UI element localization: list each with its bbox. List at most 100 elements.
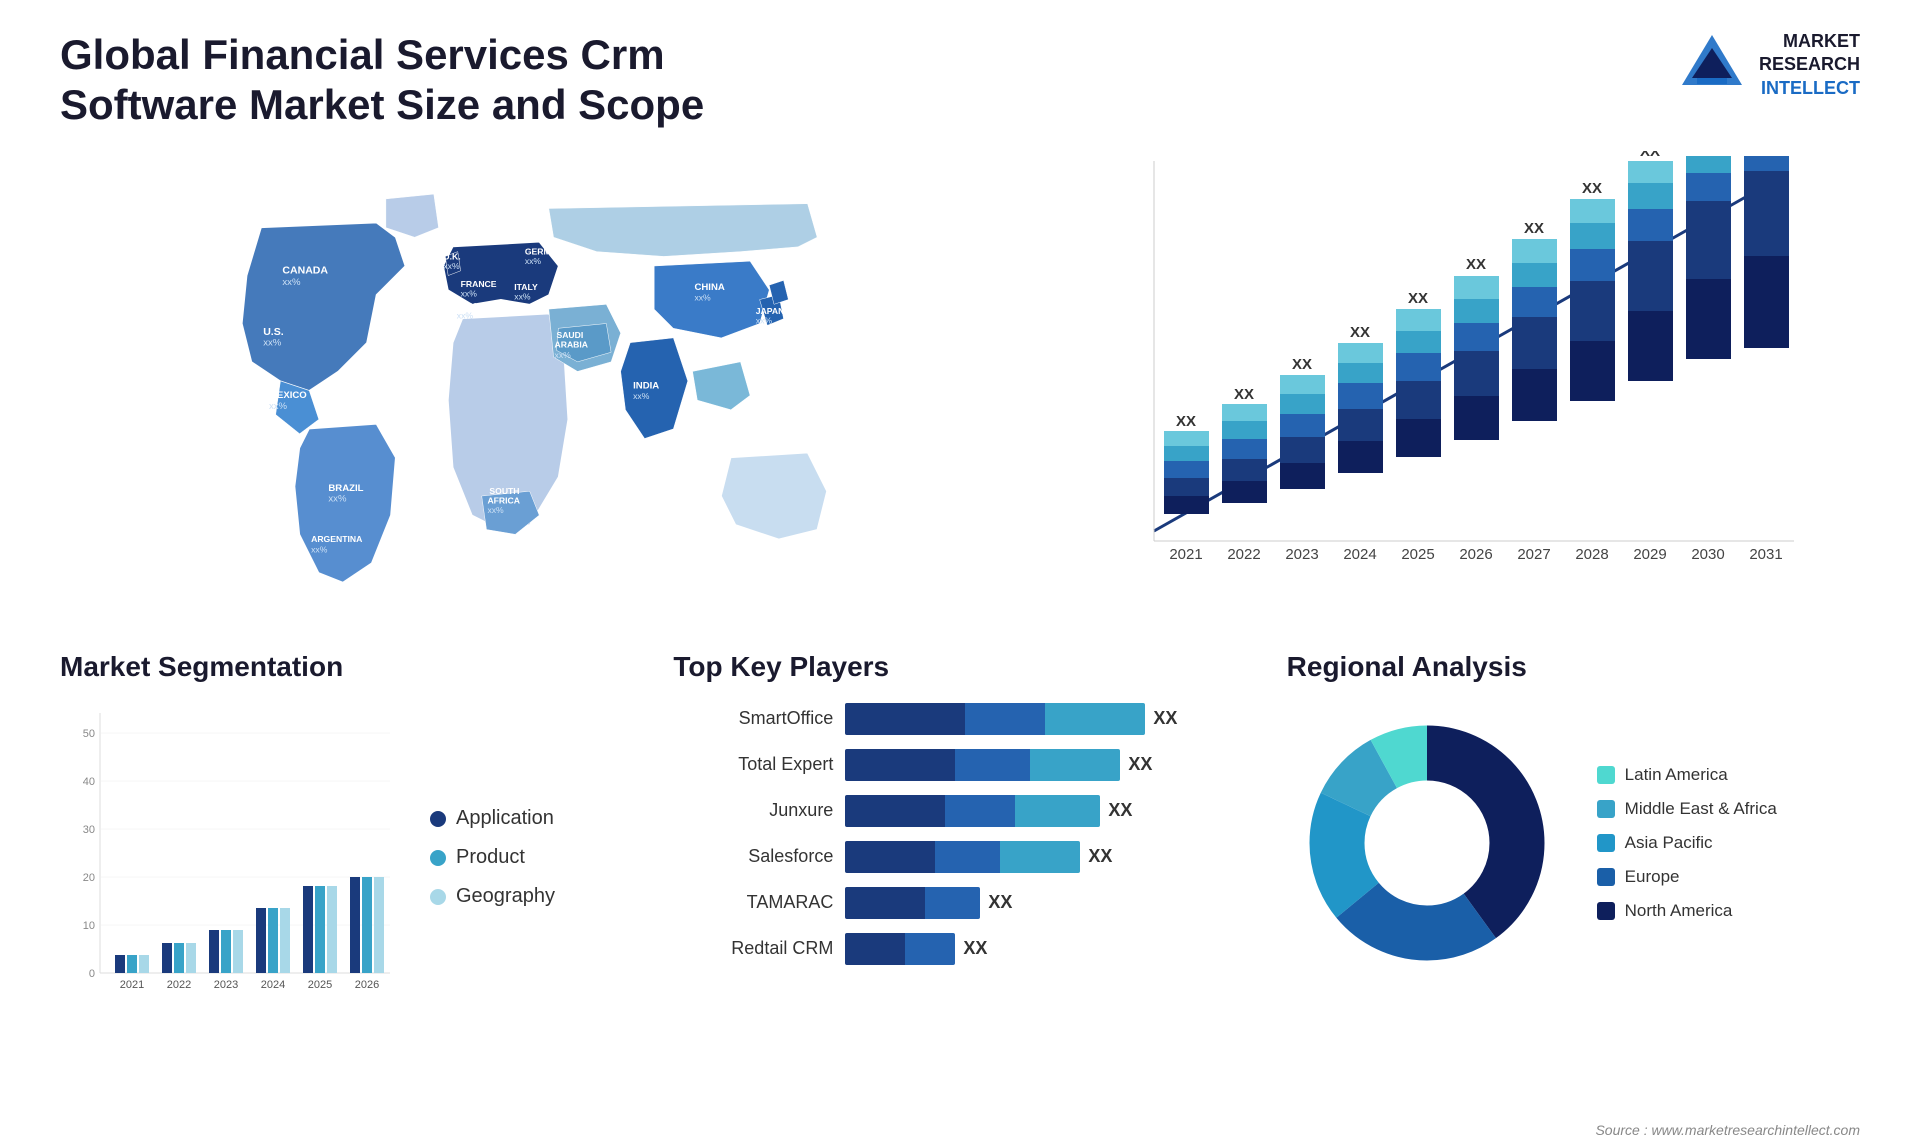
svg-text:xx%: xx% <box>633 391 650 401</box>
svg-text:2028: 2028 <box>1575 546 1608 563</box>
reg-dot-north-america <box>1597 902 1615 920</box>
svg-text:FRANCE: FRANCE <box>461 279 497 289</box>
player-row-tamarac: TAMARAC XX <box>673 887 1246 919</box>
svg-text:0: 0 <box>89 968 95 980</box>
page-container: Global Financial Services Crm Software M… <box>0 0 1920 1146</box>
player-bar <box>845 933 955 965</box>
player-row-totalexpert: Total Expert XX <box>673 749 1246 781</box>
svg-text:XX: XX <box>1408 290 1428 307</box>
svg-text:2025: 2025 <box>1401 546 1434 563</box>
regional-legend: Latin America Middle East & Africa Asia … <box>1597 765 1777 921</box>
growth-bar-chart: XX 2021 XX 2022 XX 2023 <box>1068 151 1860 581</box>
svg-text:20: 20 <box>83 872 95 884</box>
player-row-redtail: Redtail CRM XX <box>673 933 1246 965</box>
svg-text:2026: 2026 <box>355 979 379 991</box>
svg-text:xx%: xx% <box>311 544 328 554</box>
key-players-title: Top Key Players <box>673 651 1246 683</box>
legend-dot-product <box>430 850 446 866</box>
svg-text:40: 40 <box>83 776 95 788</box>
svg-text:XX: XX <box>1698 151 1718 155</box>
reg-legend-latin-america: Latin America <box>1597 765 1777 785</box>
svg-text:2021: 2021 <box>120 979 144 991</box>
top-section: CANADA xx% U.S. xx% MEXICO xx% BRAZIL xx… <box>60 151 1860 611</box>
svg-text:2029: 2029 <box>1633 546 1666 563</box>
map-container: CANADA xx% U.S. xx% MEXICO xx% BRAZIL xx… <box>60 151 1028 611</box>
player-name: TAMARAC <box>673 892 833 913</box>
svg-text:2025: 2025 <box>308 979 332 991</box>
player-bar-wrap: XX <box>845 749 1246 781</box>
legend-dot-geography <box>430 889 446 905</box>
svg-text:XX: XX <box>1350 324 1370 341</box>
svg-text:INDIA: INDIA <box>633 380 659 391</box>
svg-text:2022: 2022 <box>167 979 191 991</box>
donut-chart <box>1287 703 1567 983</box>
player-bar <box>845 887 980 919</box>
svg-text:XX: XX <box>1292 356 1312 373</box>
svg-text:xx%: xx% <box>457 310 474 320</box>
player-xx: XX <box>988 892 1012 913</box>
svg-text:SOUTH: SOUTH <box>489 486 519 496</box>
reg-dot-latin <box>1597 766 1615 784</box>
svg-text:ITALY: ITALY <box>514 282 538 292</box>
world-map: CANADA xx% U.S. xx% MEXICO xx% BRAZIL xx… <box>60 151 1028 611</box>
svg-text:xx%: xx% <box>328 494 347 505</box>
bar-chart-container: XX 2021 XX 2022 XX 2023 <box>1068 151 1860 611</box>
svg-text:xx%: xx% <box>263 337 282 348</box>
player-bar <box>845 703 1145 735</box>
seg-bar-chart: 0 10 20 30 40 50 2021 <box>60 703 400 1013</box>
player-bar-wrap: XX <box>845 887 1246 919</box>
svg-text:xx%: xx% <box>694 292 711 302</box>
players-list: SmartOffice XX Total Expert <box>673 703 1246 965</box>
svg-text:xx%: xx% <box>269 401 288 412</box>
reg-legend-europe: Europe <box>1597 867 1777 887</box>
bottom-section: Market Segmentation 0 10 20 30 40 <box>60 651 1860 1013</box>
svg-text:MEXICO: MEXICO <box>269 390 307 401</box>
player-bar <box>845 795 1100 827</box>
segmentation-section: Market Segmentation 0 10 20 30 40 <box>60 651 633 1013</box>
svg-text:JAPAN: JAPAN <box>756 306 785 316</box>
svg-text:2021: 2021 <box>1169 546 1202 563</box>
svg-text:SPAIN: SPAIN <box>457 301 483 311</box>
svg-text:xx%: xx% <box>443 261 460 271</box>
segmentation-title: Market Segmentation <box>60 651 633 683</box>
reg-legend-asia: Asia Pacific <box>1597 833 1777 853</box>
logo-text: MARKET RESEARCH INTELLECT <box>1759 30 1860 100</box>
svg-text:ARABIA: ARABIA <box>555 339 588 349</box>
legend-application: Application <box>430 807 555 830</box>
legend-geography: Geography <box>430 885 555 908</box>
svg-text:30: 30 <box>83 824 95 836</box>
svg-text:XX: XX <box>1234 386 1254 403</box>
player-name: SmartOffice <box>673 708 833 729</box>
player-xx: XX <box>1128 754 1152 775</box>
regional-title: Regional Analysis <box>1287 651 1860 683</box>
svg-text:xx%: xx% <box>756 315 773 325</box>
regional-content: Latin America Middle East & Africa Asia … <box>1287 703 1860 983</box>
player-name: Salesforce <box>673 846 833 867</box>
reg-legend-north-america: North America <box>1597 901 1777 921</box>
player-name: Total Expert <box>673 754 833 775</box>
player-bar-wrap: XX <box>845 795 1246 827</box>
svg-text:BRAZIL: BRAZIL <box>328 483 363 494</box>
player-xx: XX <box>1153 708 1177 729</box>
svg-text:GERMANY: GERMANY <box>525 246 569 256</box>
key-players-section: Top Key Players SmartOffice XX Total Ex <box>673 651 1246 1013</box>
svg-text:2024: 2024 <box>261 979 285 991</box>
player-bar-wrap: XX <box>845 703 1246 735</box>
seg-legend: Application Product Geography <box>430 807 555 908</box>
logo-icon <box>1677 30 1747 100</box>
svg-text:2026: 2026 <box>1459 546 1492 563</box>
svg-text:xx%: xx% <box>487 505 504 515</box>
player-name: Junxure <box>673 800 833 821</box>
svg-text:U.S.: U.S. <box>263 326 284 338</box>
svg-text:CHINA: CHINA <box>694 282 724 293</box>
source-text: Source : www.marketresearchintellect.com <box>1595 1122 1860 1138</box>
page-title: Global Financial Services Crm Software M… <box>60 30 760 131</box>
legend-product: Product <box>430 846 555 869</box>
svg-text:2022: 2022 <box>1227 546 1260 563</box>
svg-text:xx%: xx% <box>555 350 572 360</box>
svg-text:xx%: xx% <box>461 288 478 298</box>
svg-text:2030: 2030 <box>1691 546 1724 563</box>
svg-text:2027: 2027 <box>1517 546 1550 563</box>
reg-legend-mea: Middle East & Africa <box>1597 799 1777 819</box>
svg-text:xx%: xx% <box>525 256 542 266</box>
